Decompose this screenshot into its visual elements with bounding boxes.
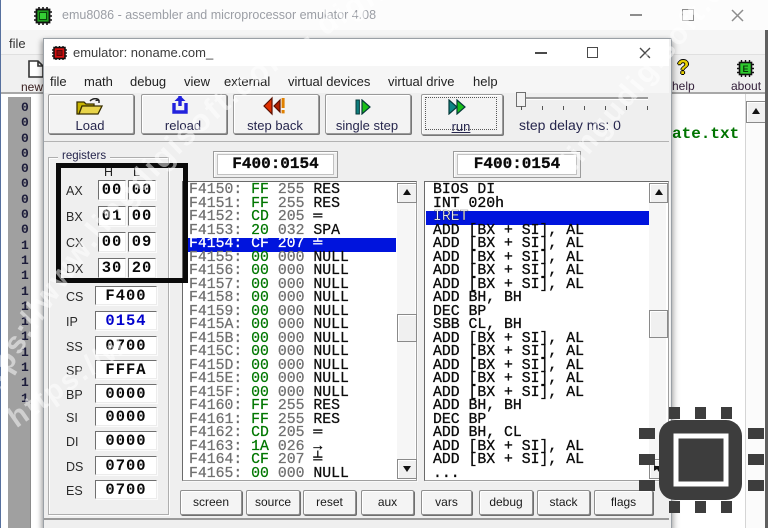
svg-text:https://www.lingdigisoft.com -: https://www.lingdigisoft.com - digital: [0, 0, 419, 417]
